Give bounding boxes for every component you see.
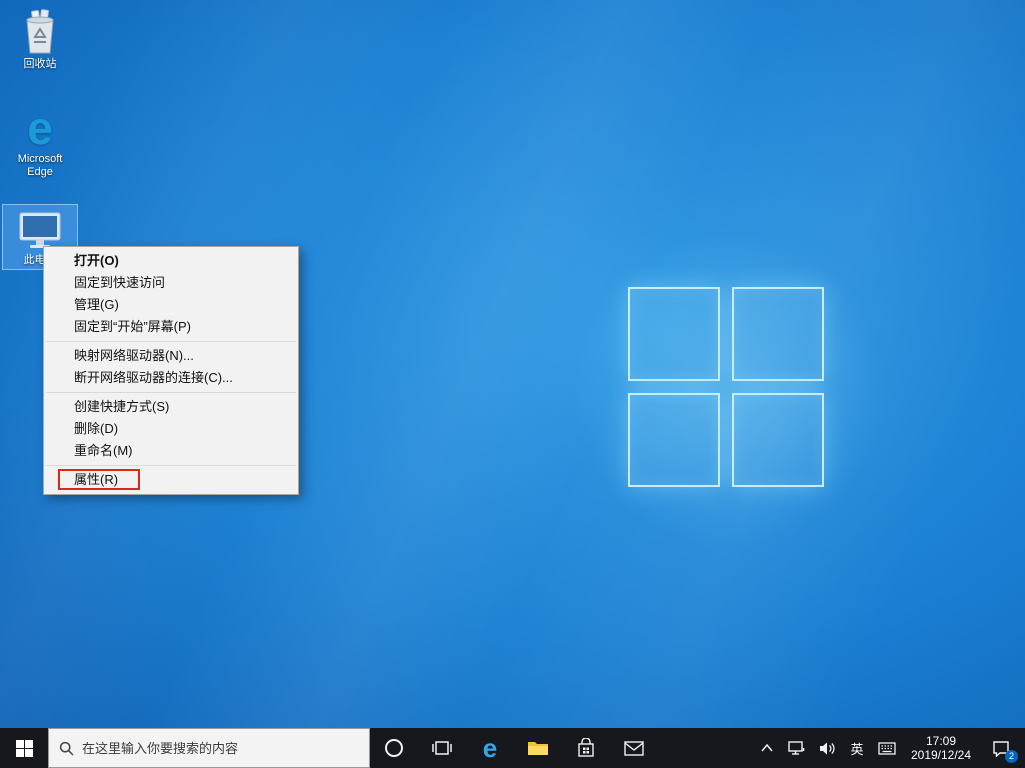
search-input[interactable] — [82, 740, 359, 756]
mail-icon — [624, 740, 644, 756]
windows-logo-pane — [732, 287, 824, 381]
task-view-button[interactable] — [418, 728, 466, 768]
microsoft-store-button[interactable] — [562, 728, 610, 768]
taskbar-search-box[interactable] — [48, 728, 370, 768]
context-menu-item-properties[interactable]: 属性(R) — [44, 469, 298, 491]
this-pc-icon — [18, 209, 62, 251]
action-center-button[interactable]: 2 — [983, 728, 1019, 768]
file-explorer-icon — [528, 742, 548, 755]
context-menu-item-open[interactable]: 打开(O) — [44, 250, 298, 272]
touch-keyboard-button[interactable] — [875, 728, 899, 768]
search-icon — [59, 741, 74, 756]
edge-icon: e — [27, 102, 53, 154]
context-menu-item-pin-quick-access[interactable]: 固定到快速访问 — [44, 272, 298, 294]
speaker-icon — [819, 742, 835, 754]
context-menu-item-pin-to-start[interactable]: 固定到“开始”屏幕(P) — [44, 316, 298, 338]
network-tray-button[interactable] — [785, 728, 809, 768]
show-hidden-icons-button[interactable] — [755, 728, 779, 768]
mail-button[interactable] — [610, 728, 658, 768]
clock-time: 17:09 — [925, 734, 957, 748]
context-menu-item-disconnect-network-drive[interactable]: 断开网络驱动器的连接(C)... — [44, 367, 298, 389]
ime-indicator[interactable]: 英 — [845, 728, 869, 768]
clock-date: 2019/12/24 — [910, 748, 972, 762]
windows-logo-pane — [628, 287, 720, 381]
notification-badge: 2 — [1005, 750, 1018, 763]
microsoft-store-icon — [578, 738, 594, 757]
menu-separator — [46, 392, 296, 393]
taskbar: e — [0, 728, 1025, 768]
network-icon — [788, 741, 805, 755]
taskbar-clock[interactable]: 17:09 2019/12/24 — [905, 728, 977, 768]
windows-logo-pane — [732, 393, 824, 487]
recycle-bin-icon — [19, 9, 61, 55]
desktop-icon-edge[interactable]: e Microsoft Edge — [2, 100, 78, 183]
menu-separator — [46, 341, 296, 342]
windows-logo-pane — [628, 393, 720, 487]
context-menu: 打开(O) 固定到快速访问 管理(G) 固定到“开始”屏幕(P) 映射网络驱动器… — [43, 246, 299, 495]
wallpaper-windows-logo — [628, 287, 824, 487]
context-menu-item-manage[interactable]: 管理(G) — [44, 294, 298, 316]
windows-start-icon — [15, 739, 33, 757]
context-menu-item-properties-label: 属性(R) — [74, 472, 119, 487]
edge-icon: e — [482, 733, 498, 763]
menu-separator — [46, 465, 296, 466]
desktop-icon-recycle-bin[interactable]: 回收站 — [2, 5, 78, 75]
cortana-button[interactable] — [370, 728, 418, 768]
cortana-icon — [385, 739, 403, 757]
edge-taskbar-button[interactable]: e — [466, 728, 514, 768]
desktop-icon-label: 回收站 — [23, 58, 57, 70]
start-button[interactable] — [0, 728, 48, 768]
chevron-up-icon — [761, 744, 773, 752]
taskbar-spacer — [658, 728, 755, 768]
context-menu-item-rename[interactable]: 重命名(M) — [44, 440, 298, 462]
desktop-icon-label: Microsoft Edge — [17, 153, 63, 178]
desktop-wallpaper: 回收站 e Microsoft Edge 此电脑 打开(O) 固定到快速访问 管… — [0, 0, 1025, 728]
context-menu-item-create-shortcut[interactable]: 创建快捷方式(S) — [44, 396, 298, 418]
system-tray: 英 17:09 2019/12/24 2 — [755, 728, 1025, 768]
file-explorer-button[interactable] — [514, 728, 562, 768]
context-menu-item-map-network-drive[interactable]: 映射网络驱动器(N)... — [44, 345, 298, 367]
touch-keyboard-icon — [878, 741, 896, 755]
task-view-icon — [432, 741, 452, 755]
context-menu-item-delete[interactable]: 删除(D) — [44, 418, 298, 440]
volume-tray-button[interactable] — [815, 728, 839, 768]
